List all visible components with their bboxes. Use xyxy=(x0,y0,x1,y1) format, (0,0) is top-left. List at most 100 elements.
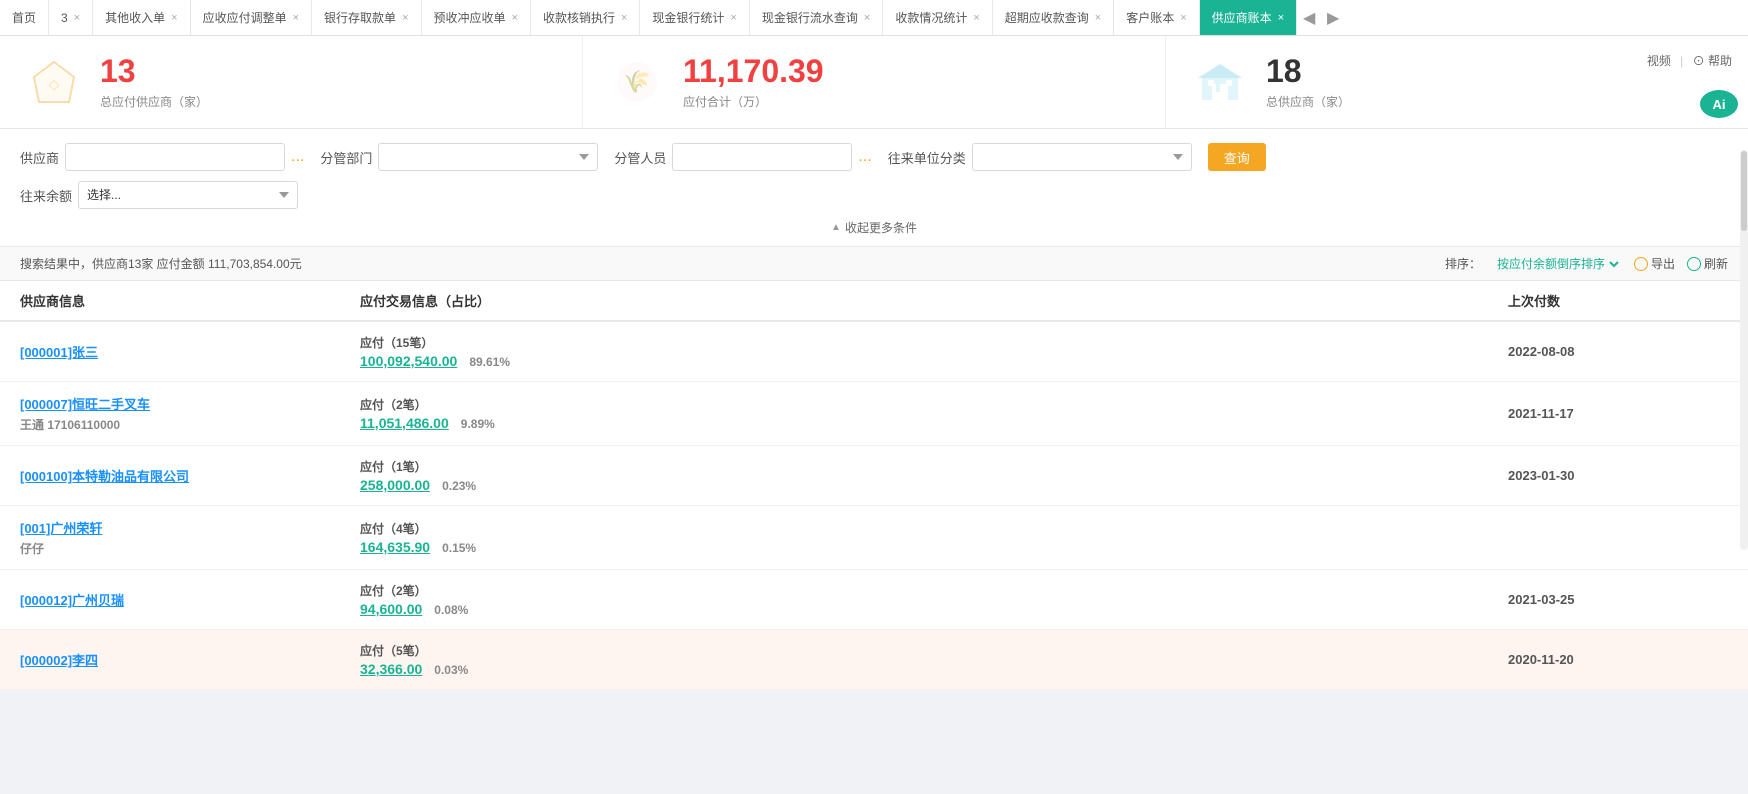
tx-amount[interactable]: 100,092,540.00 xyxy=(360,353,457,369)
export-icon xyxy=(1634,257,1648,271)
lastpay-date: 2023-01-30 xyxy=(1508,468,1575,483)
card-total-suppliers: 18 总供应商（家） 视频 | ⊙ 帮助 Ai xyxy=(1166,36,1748,128)
supplier-link[interactable]: [000002]李四 xyxy=(20,650,360,669)
tx-percent: 0.08% xyxy=(434,603,468,617)
filter-balance: 往来余额 选择... xyxy=(20,181,298,209)
close-icon[interactable]: × xyxy=(74,12,80,24)
col-header-supplier: 供应商信息 xyxy=(20,291,360,310)
tx-amount[interactable]: 32,366.00 xyxy=(360,661,422,677)
tx-amount[interactable]: 94,600.00 xyxy=(360,601,422,617)
table-row: [000002]李四 应付（5笔） 32,366.00 0.03% 2020-1… xyxy=(0,630,1748,689)
close-icon[interactable]: × xyxy=(621,12,627,24)
help-link[interactable]: ⊙ 帮助 xyxy=(1693,54,1732,68)
ai-badge[interactable]: Ai xyxy=(1700,90,1738,118)
tab-cash-flow[interactable]: 现金银行流水查询 × xyxy=(750,0,883,36)
supplier-link[interactable]: [001]广州荣轩 xyxy=(20,518,360,537)
tx-label: 应付（5笔） xyxy=(360,642,1508,659)
export-label: 导出 xyxy=(1651,255,1675,272)
tx-label: 应付（1笔） xyxy=(360,458,1508,475)
tx-amount[interactable]: 164,635.90 xyxy=(360,539,430,555)
result-bar: 搜索结果中，供应商13家 应付金额 111,703,854.00元 排序： 按应… xyxy=(0,247,1748,281)
person-dots[interactable]: ... xyxy=(858,148,871,166)
tab-adjustment[interactable]: 应收应付调整单 × xyxy=(191,0,312,36)
filter-supplier: 供应商 ... xyxy=(20,143,304,171)
lastpay-cell: 2023-01-30 xyxy=(1508,468,1708,483)
tx-percent: 0.23% xyxy=(442,479,476,493)
supplier-link[interactable]: [000100]本特勒油品有限公司 xyxy=(20,466,360,485)
total-suppliers-label: 总供应商（家） xyxy=(1266,93,1350,110)
card-payable-total: 🌾 11,170.39 应付合计（万） xyxy=(583,36,1166,128)
refresh-button[interactable]: 刷新 xyxy=(1687,255,1728,272)
supplier-link[interactable]: [000012]广州贝瑞 xyxy=(20,590,360,609)
category-select[interactable] xyxy=(972,143,1192,171)
close-icon[interactable]: × xyxy=(171,12,177,24)
close-icon[interactable]: × xyxy=(730,12,736,24)
scrollbar[interactable] xyxy=(1740,150,1748,550)
card-1-content: 13 总应付供应商（家） xyxy=(100,54,208,110)
sort-select[interactable]: 按应付余额倒序排序 xyxy=(1493,256,1622,272)
lastpay-cell: 2020-11-20 xyxy=(1508,652,1708,667)
transaction-cell: 应付（2笔） 94,600.00 0.08% xyxy=(360,582,1508,617)
tab-customer-ledger[interactable]: 客户账本 × xyxy=(1114,0,1199,36)
separator: | xyxy=(1680,54,1683,68)
supplier-link[interactable]: [000007]恒旺二手叉车 xyxy=(20,394,360,413)
dept-select[interactable] xyxy=(378,143,598,171)
table-row: [000012]广州贝瑞 应付（2笔） 94,600.00 0.08% 2021… xyxy=(0,570,1748,630)
table-row: [000001]张三 应付（15笔） 100,092,540.00 89.61%… xyxy=(0,322,1748,382)
filter-dept: 分管部门 xyxy=(320,143,598,171)
supplier-sub: 仔仔 xyxy=(20,540,360,557)
payable-total-num: 11,170.39 xyxy=(683,54,824,89)
tab-other-income[interactable]: 其他收入单 × xyxy=(93,0,190,36)
close-icon[interactable]: × xyxy=(973,12,979,24)
supplier-cell: [001]广州荣轩 仔仔 xyxy=(20,518,360,557)
supplier-cell: [000100]本特勒油品有限公司 xyxy=(20,466,360,485)
tab-adjustment-label: 应收应付调整单 xyxy=(203,9,287,26)
close-icon[interactable]: × xyxy=(1180,12,1186,24)
suppliers-payable-num: 13 xyxy=(100,54,208,89)
top-nav: 首页 3 × 其他收入单 × 应收应付调整单 × 银行存取款单 × 预收冲应收单… xyxy=(0,0,1748,36)
tab-other-income-label: 其他收入单 xyxy=(105,9,165,26)
tx-amount[interactable]: 258,000.00 xyxy=(360,477,430,493)
person-input[interactable] xyxy=(672,143,852,171)
close-icon[interactable]: × xyxy=(1278,12,1284,24)
tx-amount[interactable]: 11,051,486.00 xyxy=(360,415,449,431)
tab-overdue[interactable]: 超期应收款查询 × xyxy=(993,0,1114,36)
balance-select[interactable]: 选择... xyxy=(78,181,298,209)
card-3-content: 18 总供应商（家） xyxy=(1266,54,1350,110)
close-icon[interactable]: × xyxy=(402,12,408,24)
tab-supplier-ledger[interactable]: 供应商账本 × xyxy=(1200,0,1297,36)
tx-percent: 9.89% xyxy=(461,417,495,431)
search-button[interactable]: 查询 xyxy=(1208,143,1266,171)
tab-home[interactable]: 首页 xyxy=(0,0,49,36)
supplier-cell: [000007]恒旺二手叉车 王通 17106110000 xyxy=(20,394,360,433)
tab-collection[interactable]: 收款核销执行 × xyxy=(531,0,640,36)
tx-label: 应付（2笔） xyxy=(360,582,1508,599)
tab-cash-stats[interactable]: 现金银行统计 × xyxy=(640,0,749,36)
close-icon[interactable]: × xyxy=(293,12,299,24)
close-icon[interactable]: × xyxy=(864,12,870,24)
close-icon[interactable]: × xyxy=(512,12,518,24)
tab-prepay-label: 预收冲应收单 xyxy=(434,9,506,26)
top-links: 视频 | ⊙ 帮助 xyxy=(1647,52,1732,69)
tab-cash-stats-label: 现金银行统计 xyxy=(652,9,724,26)
close-icon[interactable]: × xyxy=(1095,12,1101,24)
tab-bank-label: 银行存取款单 xyxy=(324,9,396,26)
tab-payment-stats[interactable]: 收款情况统计 × xyxy=(883,0,992,36)
tab-supplier-ledger-label: 供应商账本 xyxy=(1212,9,1272,26)
collapse-label: 收起更多条件 xyxy=(845,219,917,236)
supplier-input[interactable] xyxy=(65,143,285,171)
lastpay-cell: 2021-03-25 xyxy=(1508,592,1708,607)
table-row: [001]广州荣轩 仔仔 应付（4笔） 164,635.90 0.15% xyxy=(0,506,1748,570)
nav-next-arrow[interactable]: ▶ xyxy=(1321,0,1345,36)
supplier-dots[interactable]: ... xyxy=(291,148,304,166)
tab-3[interactable]: 3 × xyxy=(49,0,93,36)
supplier-cell: [000002]李四 xyxy=(20,650,360,669)
tab-bank[interactable]: 银行存取款单 × xyxy=(312,0,421,36)
collapse-button[interactable]: ▲ 收起更多条件 xyxy=(20,219,1728,236)
export-button[interactable]: 导出 xyxy=(1634,255,1675,272)
col-header-lastpay: 上次付数 xyxy=(1508,291,1708,310)
supplier-link[interactable]: [000001]张三 xyxy=(20,342,360,361)
nav-prev-arrow[interactable]: ◀ xyxy=(1297,0,1321,36)
tab-prepay[interactable]: 预收冲应收单 × xyxy=(422,0,531,36)
video-link[interactable]: 视频 xyxy=(1647,54,1671,68)
